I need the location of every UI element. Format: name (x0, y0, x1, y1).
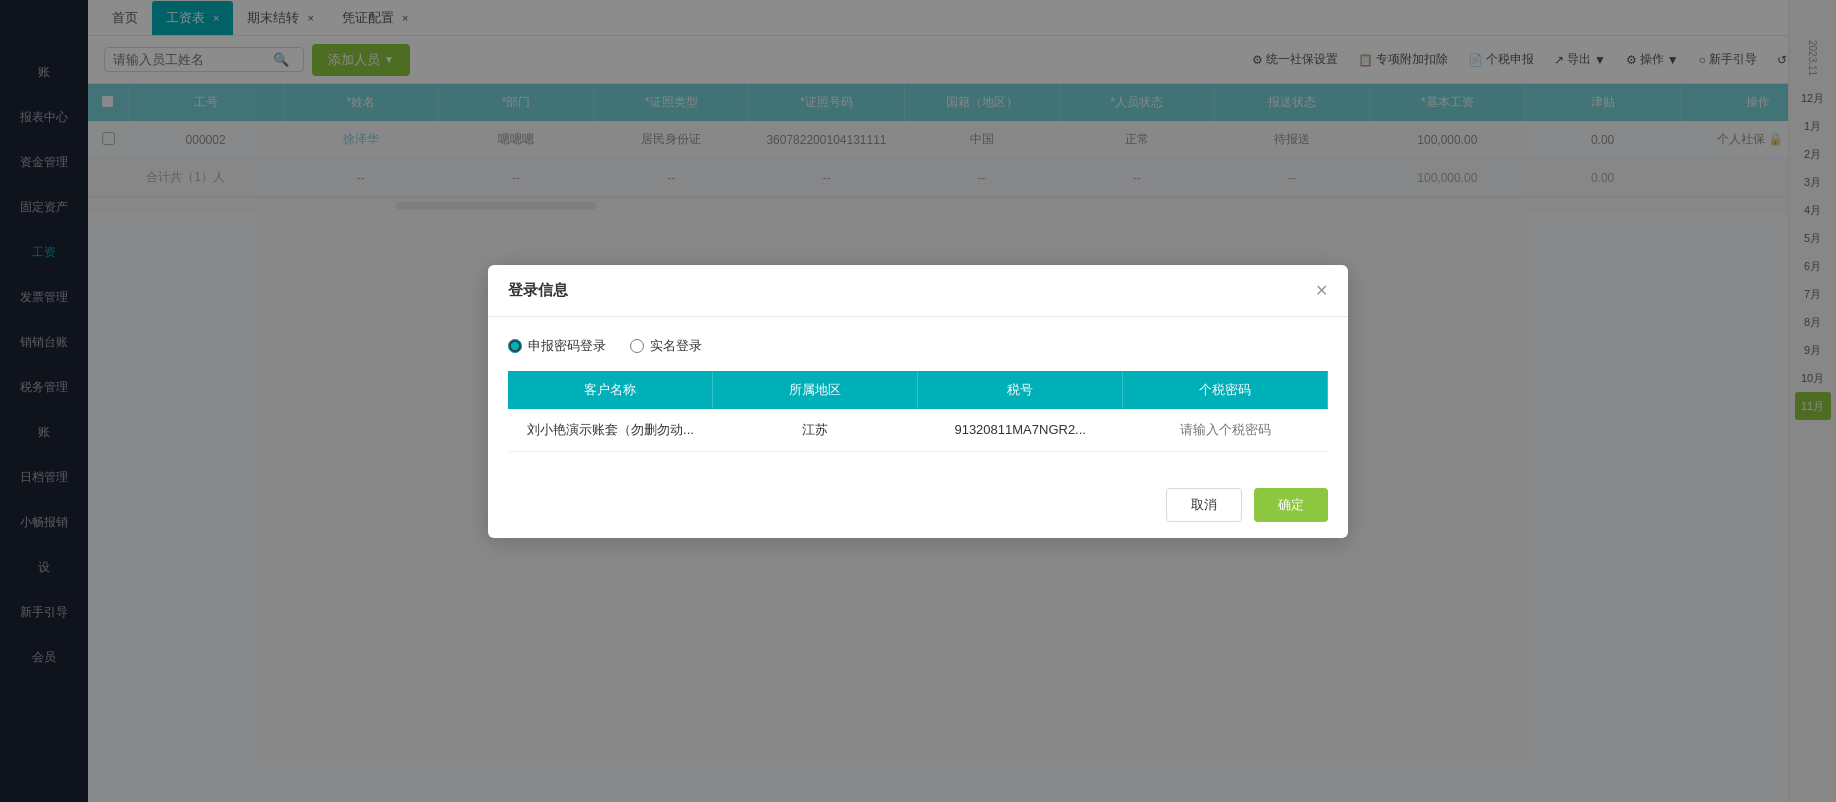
modal-overlay: 登录信息 ✕ 申报密码登录 实名登录 客户名称 所属地区 (0, 0, 1836, 802)
modal-header: 登录信息 ✕ (488, 265, 1348, 317)
client-name-cell: 刘小艳演示账套（勿删勿动... (508, 409, 713, 452)
login-type-radio-group: 申报密码登录 实名登录 (508, 337, 1328, 355)
client-tax-id-cell: 91320811MA7NGR2... (918, 409, 1123, 452)
modal-footer: 取消 确定 (488, 472, 1348, 538)
client-region-cell: 江苏 (713, 409, 918, 452)
radio-realname-login[interactable]: 实名登录 (630, 337, 702, 355)
modal-close-icon[interactable]: ✕ (1315, 281, 1328, 300)
client-table: 客户名称 所属地区 税号 个税密码 刘小艳演示账套（勿删勿动... 江苏 913… (508, 371, 1328, 452)
modal-body: 申报密码登录 实名登录 客户名称 所属地区 税号 个税密码 (488, 317, 1348, 472)
tax-password-input[interactable] (1139, 422, 1312, 437)
confirm-button[interactable]: 确定 (1254, 488, 1328, 522)
modal-col-region: 所属地区 (713, 371, 918, 409)
modal-col-tax-password: 个税密码 (1123, 371, 1328, 409)
modal-col-client-name: 客户名称 (508, 371, 713, 409)
cancel-button[interactable]: 取消 (1166, 488, 1242, 522)
modal-title: 登录信息 (508, 281, 568, 300)
radio-realname-input[interactable] (630, 339, 644, 353)
radio-password-login[interactable]: 申报密码登录 (508, 337, 606, 355)
client-tax-password-cell[interactable] (1123, 409, 1328, 452)
login-info-modal: 登录信息 ✕ 申报密码登录 实名登录 客户名称 所属地区 (488, 265, 1348, 538)
modal-table-row: 刘小艳演示账套（勿删勿动... 江苏 91320811MA7NGR2... (508, 409, 1328, 452)
radio-password-input[interactable] (508, 339, 522, 353)
modal-col-tax-id: 税号 (918, 371, 1123, 409)
